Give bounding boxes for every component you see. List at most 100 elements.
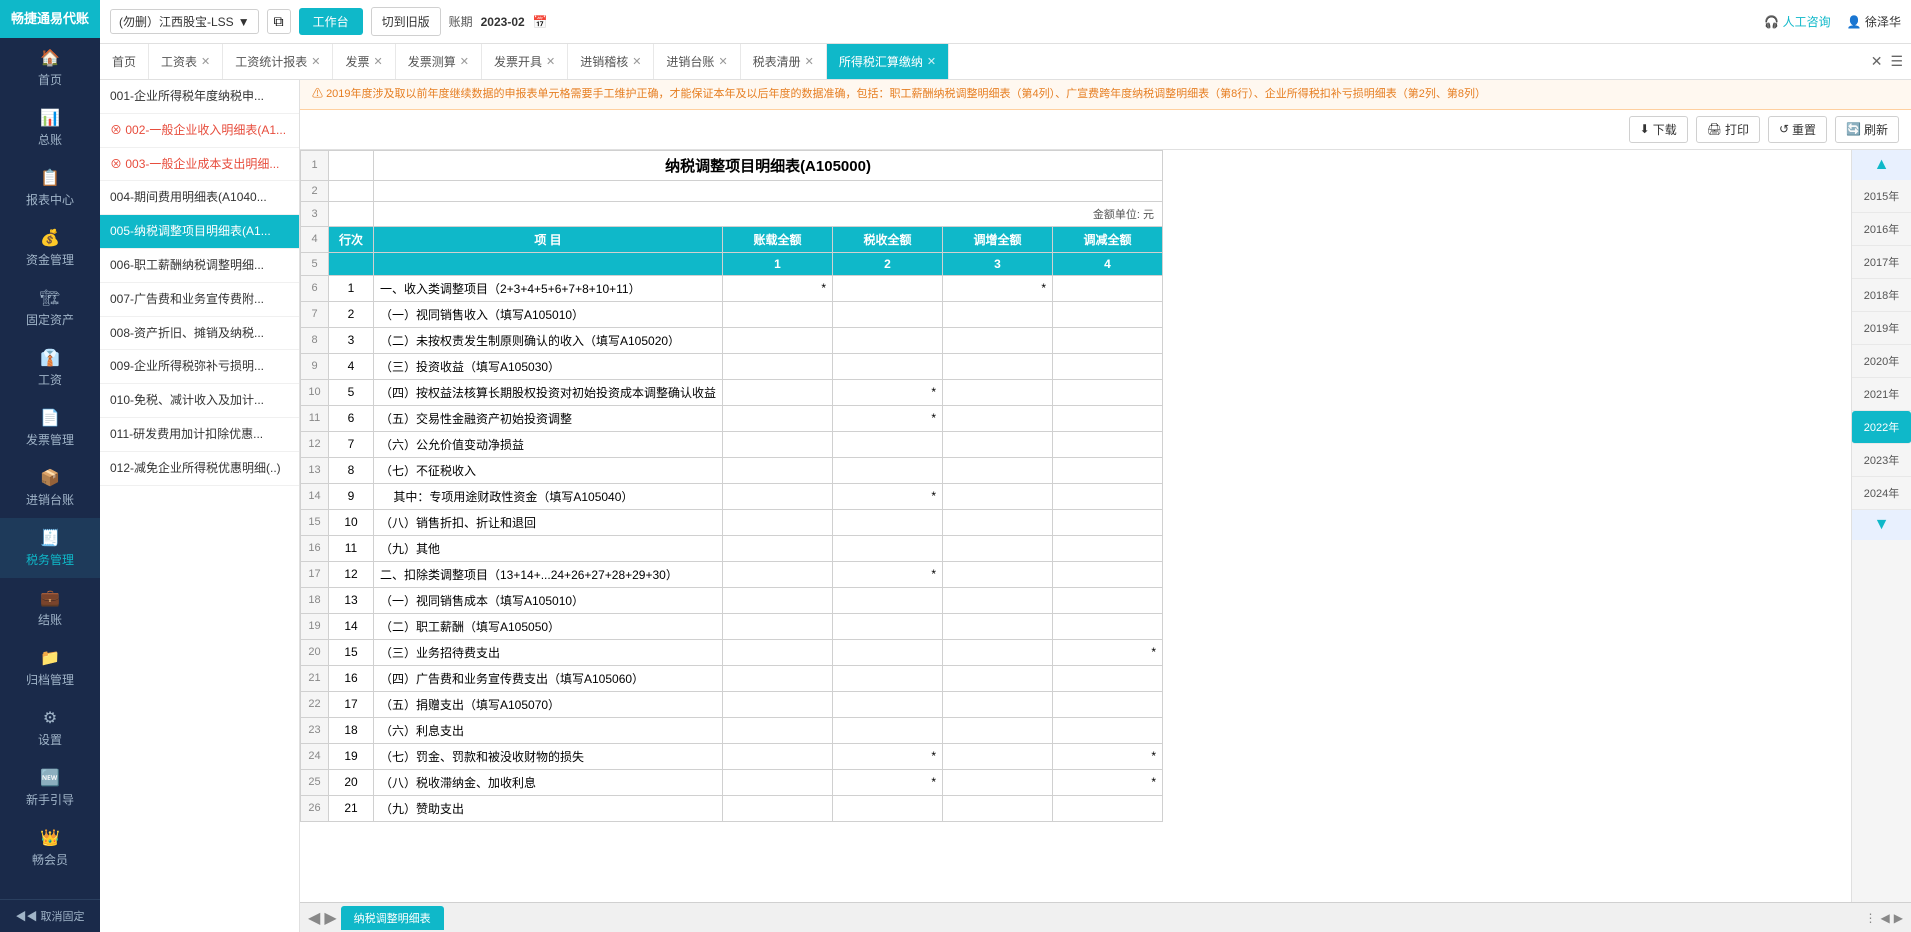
year-2018[interactable]: 2018年	[1852, 279, 1911, 312]
tab-spacer	[949, 44, 1863, 79]
period-value: 2023-02	[481, 15, 525, 29]
left-item-010[interactable]: 010-免税、减计收入及加计...	[100, 384, 299, 418]
bottom-scroll-right[interactable]: ▶	[1894, 911, 1903, 925]
error-icon-002: ⊗	[110, 123, 125, 137]
table-row: 1 纳税调整项目明细表(A105000)	[301, 150, 1163, 180]
year-scroll-down[interactable]: ▼	[1852, 510, 1911, 540]
tab-salary-stats[interactable]: 工资统计报表 ✕	[223, 44, 333, 79]
unpin-button[interactable]: ◀◀ 取消固定	[0, 899, 100, 932]
spreadsheet-wrapper[interactable]: 1 纳税调整项目明细表(A105000) 2 3	[300, 150, 1851, 903]
year-2017[interactable]: 2017年	[1852, 246, 1911, 279]
table-row: 19 14 （二）职工薪酬（填写A105050）	[301, 613, 1163, 639]
sidebar-item-purchases[interactable]: 📦 进销台账	[0, 458, 100, 518]
bottom-nav-left[interactable]: ◀	[308, 908, 320, 928]
left-item-007[interactable]: 007-广告费和业务宣传费附...	[100, 283, 299, 317]
col-header-tax: 税收全额	[833, 226, 943, 252]
copy-icon-button[interactable]: ⧉	[267, 9, 291, 34]
funds-icon: 💰	[40, 228, 60, 248]
sidebar-item-close[interactable]: 💼 结账	[0, 578, 100, 638]
year-2023[interactable]: 2023年	[1852, 444, 1911, 477]
year-2024[interactable]: 2024年	[1852, 477, 1911, 510]
sidebar-item-reports[interactable]: 📋 报表中心	[0, 158, 100, 218]
left-item-002[interactable]: ⊗ 002-一般企业收入明细表(A1...	[100, 114, 299, 148]
tab-actions: ✕ ☰	[1863, 44, 1911, 79]
tab-tax-sheet[interactable]: 税表清册 ✕	[741, 44, 827, 79]
left-item-001[interactable]: 001-企业所得税年度纳税申...	[100, 80, 299, 114]
reset-button[interactable]: ↺ 重置	[1768, 116, 1827, 143]
tab-close-all-icon[interactable]: ✕	[1871, 53, 1883, 70]
year-2015[interactable]: 2015年	[1852, 180, 1911, 213]
old-version-button[interactable]: 切到旧版	[371, 7, 441, 36]
tab-salary[interactable]: 工资表 ✕	[149, 44, 223, 79]
left-item-011[interactable]: 011-研发费用加计扣除优惠...	[100, 418, 299, 452]
tab-invoice[interactable]: 发票 ✕	[333, 44, 395, 79]
sidebar-item-funds[interactable]: 💰 资金管理	[0, 218, 100, 278]
table-row: 22 17 （五）捐赠支出（填写A105070）	[301, 691, 1163, 717]
table-row: 23 18 （六）利息支出	[301, 717, 1163, 743]
service-link[interactable]: 🎧 人工咨询	[1764, 13, 1830, 30]
left-item-006[interactable]: 006-职工薪酬纳税调整明细...	[100, 249, 299, 283]
tab-tax-settlement[interactable]: 所得税汇算缴纳 ✕	[827, 44, 949, 79]
download-button[interactable]: ⬇ 下载	[1629, 116, 1688, 143]
bottom-nav-right[interactable]: ▶	[324, 908, 336, 928]
left-item-009[interactable]: 009-企业所得税弥补亏损明...	[100, 350, 299, 384]
left-item-008[interactable]: 008-资产折旧、摊销及纳税...	[100, 317, 299, 351]
tab-close-invoice-calc[interactable]: ✕	[460, 55, 469, 68]
year-2022[interactable]: 2022年	[1852, 411, 1911, 444]
year-2019[interactable]: 2019年	[1852, 312, 1911, 345]
tab-close-tax-sheet[interactable]: ✕	[805, 55, 814, 68]
year-2020[interactable]: 2020年	[1852, 345, 1911, 378]
tab-menu-icon[interactable]: ☰	[1890, 53, 1903, 70]
workbench-button[interactable]: 工作台	[299, 8, 363, 35]
tab-close-tax-settlement[interactable]: ✕	[927, 55, 936, 68]
tab-home[interactable]: 首页	[100, 44, 149, 79]
sidebar-item-home[interactable]: 🏠 首页	[0, 38, 100, 98]
sidebar-item-tax[interactable]: 🧾 税务管理	[0, 518, 100, 578]
col-num-2: 2	[833, 252, 943, 275]
year-2021[interactable]: 2021年	[1852, 378, 1911, 411]
sidebar-item-assets[interactable]: 🏗 固定资产	[0, 278, 100, 338]
tab-close-invoice-issue[interactable]: ✕	[546, 55, 555, 68]
topbar-right: 🎧 人工咨询 👤 徐泽华	[1764, 13, 1901, 30]
user-menu[interactable]: 👤 徐泽华	[1847, 13, 1901, 30]
sidebar-item-ledger[interactable]: 📊 总账	[0, 98, 100, 158]
left-item-005[interactable]: 005-纳税调整项目明细表(A1...	[100, 215, 299, 249]
col-num-4: 4	[1053, 252, 1163, 275]
calendar-icon[interactable]: 📅	[533, 15, 548, 29]
sidebar-item-settings[interactable]: ⚙ 设置	[0, 698, 100, 758]
tab-close-salary[interactable]: ✕	[201, 55, 210, 68]
sidebar-item-vip[interactable]: 👑 畅会员	[0, 818, 100, 878]
year-2016[interactable]: 2016年	[1852, 213, 1911, 246]
print-button[interactable]: 🖨 打印	[1696, 116, 1760, 143]
left-item-004[interactable]: 004-期间费用明细表(A1040...	[100, 181, 299, 215]
table-row: 9 4 （三）投资收益（填写A105030）	[301, 353, 1163, 379]
tab-close-check[interactable]: ✕	[632, 55, 641, 68]
year-scroll-up[interactable]: ▲	[1852, 150, 1911, 180]
tab-invoice-calc[interactable]: 发票测算 ✕	[396, 44, 482, 79]
bottom-context-icon[interactable]: ⋮	[1865, 911, 1877, 925]
table-subheader-row: 5 1 2 3 4	[301, 252, 1163, 275]
sidebar-item-salary[interactable]: 👔 工资	[0, 338, 100, 398]
company-selector[interactable]: (勿删）江西股宝-LSS ▼	[110, 9, 259, 34]
tab-check[interactable]: 进销稽核 ✕	[568, 44, 654, 79]
tab-close-invoice[interactable]: ✕	[374, 55, 383, 68]
warning-icon: ⚠	[312, 88, 326, 100]
sidebar-item-invoice[interactable]: 📄 发票管理	[0, 398, 100, 458]
print-icon: 🖨	[1707, 122, 1722, 136]
bottom-scroll-left[interactable]: ◀	[1881, 911, 1890, 925]
tab-close-purchases-ledger[interactable]: ✕	[718, 55, 727, 68]
refresh-button[interactable]: 🔄 刷新	[1835, 116, 1899, 143]
settings-icon: ⚙	[43, 708, 57, 728]
sidebar-item-guide[interactable]: 🆕 新手引导	[0, 758, 100, 818]
sidebar-item-archive[interactable]: 📁 归档管理	[0, 638, 100, 698]
tab-purchases-ledger[interactable]: 进销台账 ✕	[654, 44, 740, 79]
row-num: 1	[301, 150, 329, 180]
left-item-003[interactable]: ⊗ 003-一般企业成本支出明细...	[100, 148, 299, 182]
tab-invoice-issue[interactable]: 发票开具 ✕	[482, 44, 568, 79]
table-row: 14 9 其中：专项用途财政性资金（填写A105040） *	[301, 483, 1163, 509]
table-row: 15 10 （八）销售折扣、折让和退回	[301, 509, 1163, 535]
guide-icon: 🆕	[40, 768, 60, 788]
left-item-012[interactable]: 012-减免企业所得税优惠明细(..)	[100, 452, 299, 486]
bottom-tab-adjust[interactable]: 纳税调整明细表	[341, 906, 444, 930]
tab-close-salary-stats[interactable]: ✕	[311, 55, 320, 68]
